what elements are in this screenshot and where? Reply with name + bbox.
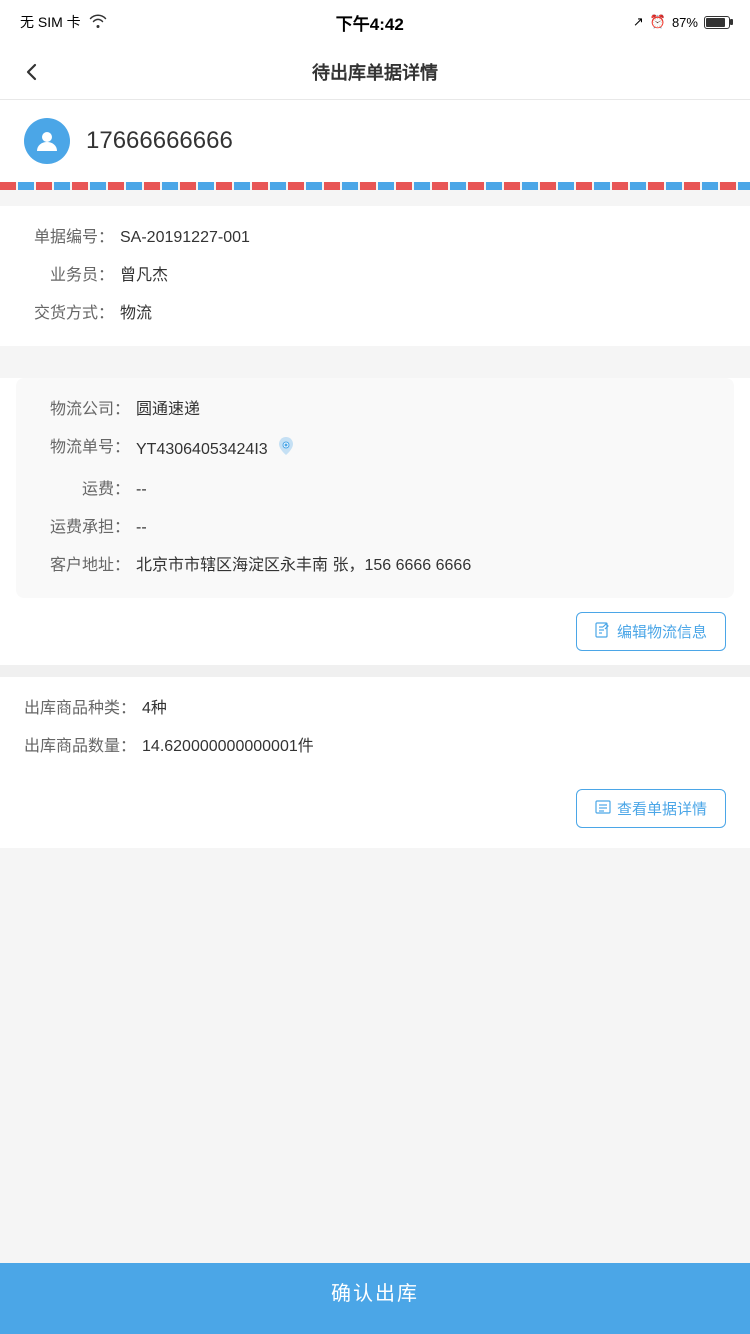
bottom-area: 确认出库: [0, 1263, 750, 1334]
back-button[interactable]: [20, 60, 44, 84]
wifi-icon: [89, 14, 107, 31]
salesman-label: 业务员：: [24, 264, 114, 288]
logistics-tracking-value: YT43064053424I3: [136, 436, 710, 464]
bottom-placeholder: [0, 848, 750, 948]
address-value: 北京市市辖区海淀区永丰南 张，156 6666 6666: [136, 554, 710, 578]
address-label: 客户地址：: [40, 554, 130, 578]
product-section: 出库商品种类： 4种 出库商品数量： 14.620000000000001件: [0, 677, 750, 779]
page-title: 待出库单据详情: [312, 59, 438, 85]
product-quantity-value: 14.620000000000001件: [142, 735, 726, 759]
order-no-label: 单据编号：: [24, 226, 114, 250]
order-no-value: SA-20191227-001: [120, 226, 726, 250]
user-header: 17666666666: [0, 100, 750, 182]
battery-icon: [704, 16, 730, 29]
logistics-tracking-label: 物流单号：: [40, 436, 130, 460]
freight-value: --: [136, 478, 710, 502]
freight-label: 运费：: [40, 478, 130, 502]
battery-percent: 87%: [672, 15, 698, 30]
delivery-row: 交货方式： 物流: [24, 302, 726, 326]
user-phone: 17666666666: [86, 127, 233, 155]
status-left: 无 SIM 卡: [20, 12, 107, 32]
salesman-value: 曾凡杰: [120, 264, 726, 288]
location-arrow-icon: ↗: [633, 14, 644, 30]
delivery-label: 交货方式：: [24, 302, 114, 326]
salesman-row: 业务员： 曾凡杰: [24, 264, 726, 288]
edit-logistics-button[interactable]: 编辑物流信息: [576, 612, 726, 651]
logistics-card: 物流公司： 圆通速递 物流单号： YT43064053424I3 运费： --: [16, 378, 734, 598]
section-separator: [0, 665, 750, 677]
product-types-value: 4种: [142, 697, 726, 721]
freight-bearer-value: --: [136, 516, 710, 540]
nav-bar: 待出库单据详情: [0, 44, 750, 100]
status-time: 下午4:42: [336, 10, 404, 35]
status-right: ↗ ⏰ 87%: [633, 14, 730, 30]
logistics-company-label: 物流公司：: [40, 398, 130, 422]
freight-bearer-label: 运费承担：: [40, 516, 130, 540]
freight-row: 运费： --: [40, 478, 710, 502]
avatar: [24, 118, 70, 164]
product-types-row: 出库商品种类： 4种: [24, 697, 726, 721]
order-no-row: 单据编号： SA-20191227-001: [24, 226, 726, 250]
logistics-company-row: 物流公司： 圆通速递: [40, 398, 710, 422]
view-detail-button[interactable]: 查看单据详情: [576, 789, 726, 828]
product-quantity-label: 出库商品数量：: [24, 735, 136, 759]
logistics-company-value: 圆通速递: [136, 398, 710, 422]
dashed-divider: [0, 182, 750, 190]
edit-logistics-label: 编辑物流信息: [617, 621, 707, 642]
logistics-section: 物流公司： 圆通速递 物流单号： YT43064053424I3 运费： --: [0, 362, 750, 665]
list-icon: [595, 799, 611, 819]
delivery-value: 物流: [120, 302, 726, 326]
logistics-tracking-row: 物流单号： YT43064053424I3: [40, 436, 710, 464]
tracking-location-icon[interactable]: [276, 436, 296, 464]
carrier-label: 无 SIM 卡: [20, 12, 81, 32]
product-quantity-row: 出库商品数量： 14.620000000000001件: [24, 735, 726, 759]
freight-bearer-row: 运费承担： --: [40, 516, 710, 540]
edit-icon: [595, 622, 611, 641]
alarm-icon: ⏰: [650, 14, 666, 30]
product-types-label: 出库商品种类：: [24, 697, 136, 721]
view-detail-label: 查看单据详情: [617, 798, 707, 819]
status-bar: 无 SIM 卡 下午4:42 ↗ ⏰ 87%: [0, 0, 750, 44]
view-detail-area: 查看单据详情: [0, 779, 750, 848]
confirm-button[interactable]: 确认出库: [0, 1277, 750, 1306]
address-row: 客户地址： 北京市市辖区海淀区永丰南 张，156 6666 6666: [40, 554, 710, 578]
edit-logistics-area: 编辑物流信息: [0, 598, 750, 665]
order-info-section: 单据编号： SA-20191227-001 业务员： 曾凡杰 交货方式： 物流: [0, 206, 750, 346]
